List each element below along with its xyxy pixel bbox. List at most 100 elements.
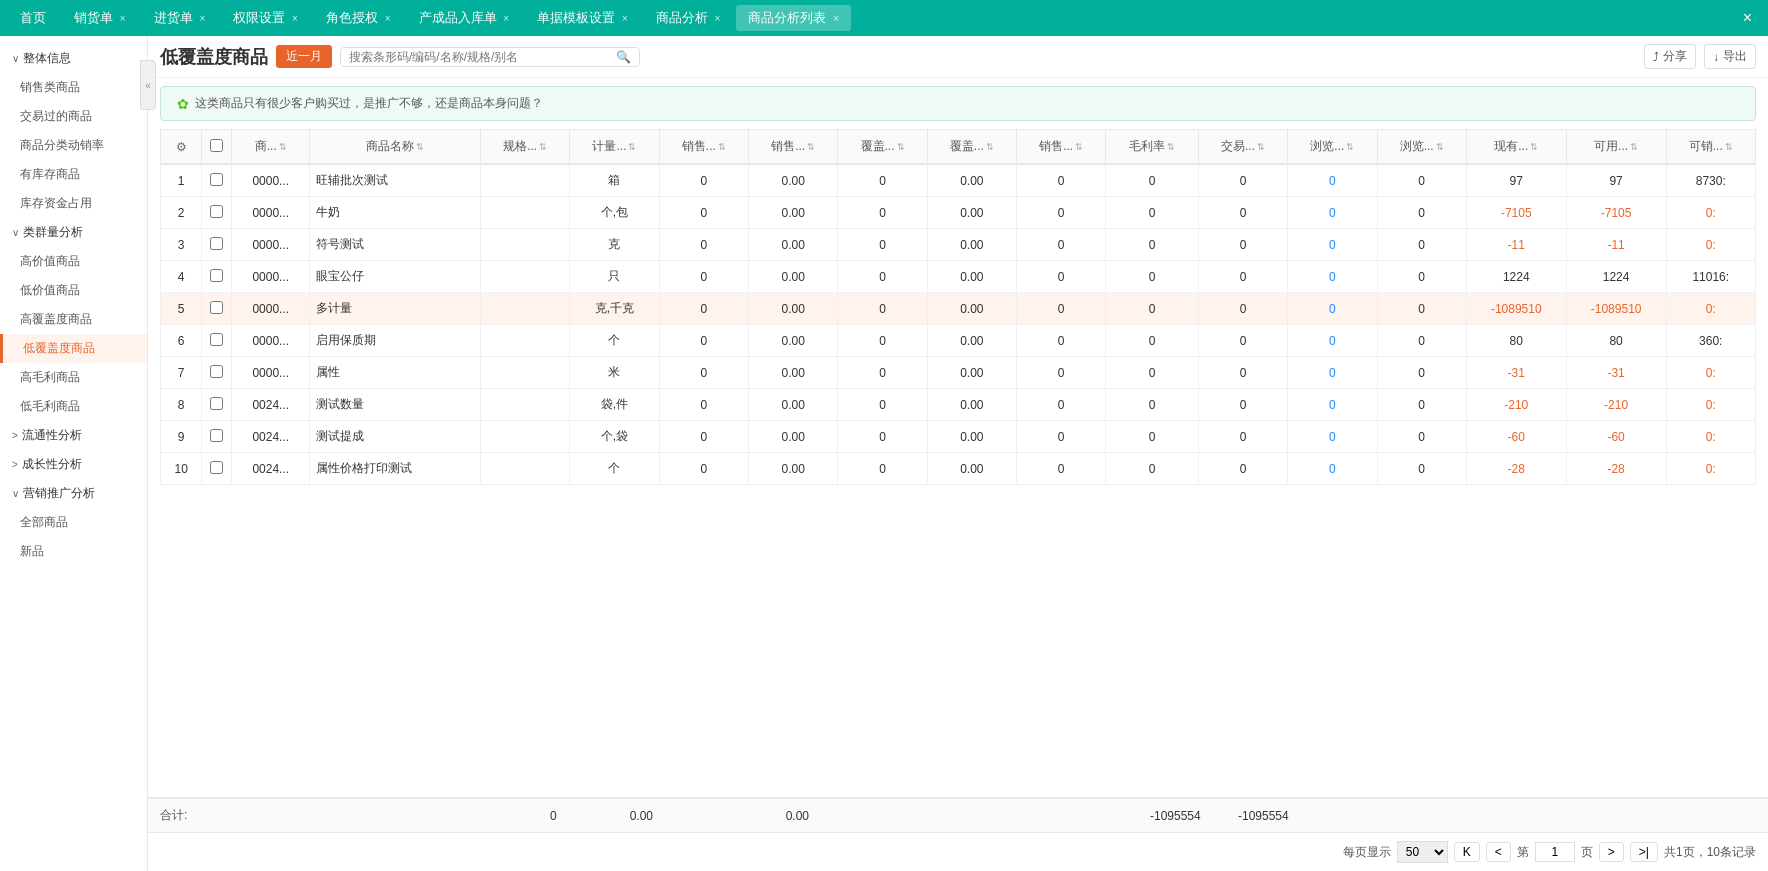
row-browse1[interactable]: 0 — [1288, 293, 1377, 325]
col-sales3[interactable]: 销售...⇅ — [1017, 130, 1106, 165]
sidebar-item-category-rate[interactable]: 商品分类动销率 — [0, 131, 147, 160]
sidebar-section-marketing[interactable]: ∨ 营销推广分析 — [0, 479, 147, 508]
select-all-checkbox[interactable] — [210, 139, 223, 152]
row-browse1[interactable]: 0 — [1288, 261, 1377, 293]
row-browse1[interactable]: 0 — [1288, 325, 1377, 357]
col-sales-amt[interactable]: 销售...⇅ — [749, 130, 838, 165]
row-stock: -60 — [1466, 421, 1566, 453]
per-page-select[interactable]: 50 20 100 200 — [1397, 841, 1448, 863]
prev-page-button[interactable]: < — [1486, 842, 1511, 862]
row-checkbox[interactable] — [202, 261, 232, 293]
row-browse1[interactable]: 0 — [1288, 197, 1377, 229]
search-input[interactable] — [349, 50, 616, 64]
row-browse1[interactable]: 0 — [1288, 229, 1377, 261]
row-browse1[interactable]: 0 — [1288, 164, 1377, 197]
nav-analysis[interactable]: 商品分析 × — [644, 5, 733, 31]
sidebar-item-high-margin[interactable]: 高毛利商品 — [0, 363, 147, 392]
row-checkbox[interactable] — [202, 293, 232, 325]
row-checkbox[interactable] — [202, 389, 232, 421]
col-name[interactable]: 商品名称⇅ — [310, 130, 481, 165]
sidebar-item-high-coverage[interactable]: 高覆盖度商品 — [0, 305, 147, 334]
row-browse2: 0 — [1377, 261, 1466, 293]
sidebar-item-stock-goods[interactable]: 有库存商品 — [0, 160, 147, 189]
page-input[interactable] — [1535, 842, 1575, 862]
col-unit[interactable]: 计量...⇅ — [570, 130, 659, 165]
col-trade[interactable]: 交易...⇅ — [1198, 130, 1287, 165]
nav-permissions-close[interactable]: × — [289, 13, 298, 24]
col-browse1[interactable]: 浏览...⇅ — [1288, 130, 1377, 165]
row-usable: 1224 — [1566, 261, 1666, 293]
row-browse1[interactable]: 0 — [1288, 453, 1377, 485]
export-button[interactable]: ↓ 导出 — [1704, 44, 1756, 69]
row-checkbox[interactable] — [202, 229, 232, 261]
row-browse1[interactable]: 0 — [1288, 357, 1377, 389]
col-stock[interactable]: 现有...⇅ — [1466, 130, 1566, 165]
last-page-button[interactable]: >| — [1630, 842, 1658, 862]
nav-purchase-close[interactable]: × — [197, 13, 206, 24]
nav-roles-close[interactable]: × — [382, 13, 391, 24]
row-checkbox[interactable] — [202, 357, 232, 389]
nav-template-close[interactable]: × — [619, 13, 628, 24]
nav-sales[interactable]: 销货单 × — [62, 5, 138, 31]
row-sales3: 0 — [1017, 293, 1106, 325]
col-usable[interactable]: 可用...⇅ — [1566, 130, 1666, 165]
col-cover2[interactable]: 覆盖...⇅ — [927, 130, 1016, 165]
col-code[interactable]: 商...⇅ — [232, 130, 310, 165]
sidebar-item-sales-goods[interactable]: 销售类商品 — [0, 73, 147, 102]
row-checkbox[interactable] — [202, 197, 232, 229]
sidebar-item-high-value[interactable]: 高价值商品 — [0, 247, 147, 276]
row-checkbox[interactable] — [202, 421, 232, 453]
nav-analysis-close[interactable]: × — [712, 13, 721, 24]
sidebar-item-fund-occupy[interactable]: 库存资金占用 — [0, 189, 147, 218]
window-close-button[interactable]: × — [1735, 7, 1760, 29]
nav-sales-close[interactable]: × — [117, 13, 126, 24]
nav-production[interactable]: 产成品入库单 × — [407, 5, 522, 31]
col-cover1[interactable]: 覆盖...⇅ — [838, 130, 927, 165]
sidebar-item-low-margin[interactable]: 低毛利商品 — [0, 392, 147, 421]
row-usable: -7105 — [1566, 197, 1666, 229]
nav-template[interactable]: 单据模板设置 × — [525, 5, 640, 31]
sidebar-item-traded-goods[interactable]: 交易过的商品 — [0, 102, 147, 131]
next-page-button[interactable]: > — [1599, 842, 1624, 862]
row-sales3: 0 — [1017, 229, 1106, 261]
row-checkbox[interactable] — [202, 453, 232, 485]
row-browse1[interactable]: 0 — [1288, 389, 1377, 421]
sidebar-section-growth[interactable]: > 成长性分析 — [0, 450, 147, 479]
table-footer: 合计: 0 0.00 0.00 -1095554 -1095554 — [148, 797, 1768, 832]
col-sales-qty[interactable]: 销售...⇅ — [659, 130, 748, 165]
col-checkbox[interactable] — [202, 130, 232, 165]
col-spec[interactable]: 规格...⇅ — [480, 130, 569, 165]
nav-home[interactable]: 首页 — [8, 5, 58, 31]
sidebar-section-circulation[interactable]: > 流通性分析 — [0, 421, 147, 450]
nav-analysis-list[interactable]: 商品分析列表 × — [736, 5, 851, 31]
row-gross: 0 — [1106, 164, 1198, 197]
sidebar-item-low-value[interactable]: 低价值商品 — [0, 276, 147, 305]
sidebar-section-cluster[interactable]: ∨ 类群量分析 — [0, 218, 147, 247]
date-filter-button[interactable]: 近一月 — [276, 45, 332, 68]
row-sales-amt: 0.00 — [749, 229, 838, 261]
first-page-button[interactable]: K — [1454, 842, 1480, 862]
row-checkbox[interactable] — [202, 325, 232, 357]
nav-permissions[interactable]: 权限设置 × — [221, 5, 310, 31]
sidebar-section-overall[interactable]: ∨ 整体信息 — [0, 44, 147, 73]
share-button[interactable]: ⤴ 分享 — [1644, 44, 1696, 69]
sidebar-item-all-goods[interactable]: 全部商品 — [0, 508, 147, 537]
search-icon[interactable]: 🔍 — [616, 50, 631, 64]
col-saleable[interactable]: 可销...⇅ — [1666, 130, 1755, 165]
sidebar-item-new-goods[interactable]: 新品 — [0, 537, 147, 566]
sidebar-collapse-button[interactable]: « — [140, 60, 156, 110]
nav-analysis-list-close[interactable]: × — [830, 13, 839, 24]
nav-roles[interactable]: 角色授权 × — [314, 5, 403, 31]
top-navigation: 首页 销货单 × 进货单 × 权限设置 × 角色授权 × 产成品入库单 × 单据… — [0, 0, 1768, 36]
col-gross[interactable]: 毛利率⇅ — [1106, 130, 1198, 165]
nav-purchase[interactable]: 进货单 × — [142, 5, 218, 31]
chevron-down-icon: ∨ — [12, 53, 19, 64]
row-sales-amt: 0.00 — [749, 261, 838, 293]
row-checkbox[interactable] — [202, 164, 232, 197]
col-gear[interactable]: ⚙ — [161, 130, 202, 165]
nav-production-close[interactable]: × — [501, 13, 510, 24]
row-cover2: 0.00 — [927, 293, 1016, 325]
col-browse2[interactable]: 浏览...⇅ — [1377, 130, 1466, 165]
sidebar-item-low-coverage[interactable]: 低覆盖度商品 — [0, 334, 147, 363]
row-browse1[interactable]: 0 — [1288, 421, 1377, 453]
